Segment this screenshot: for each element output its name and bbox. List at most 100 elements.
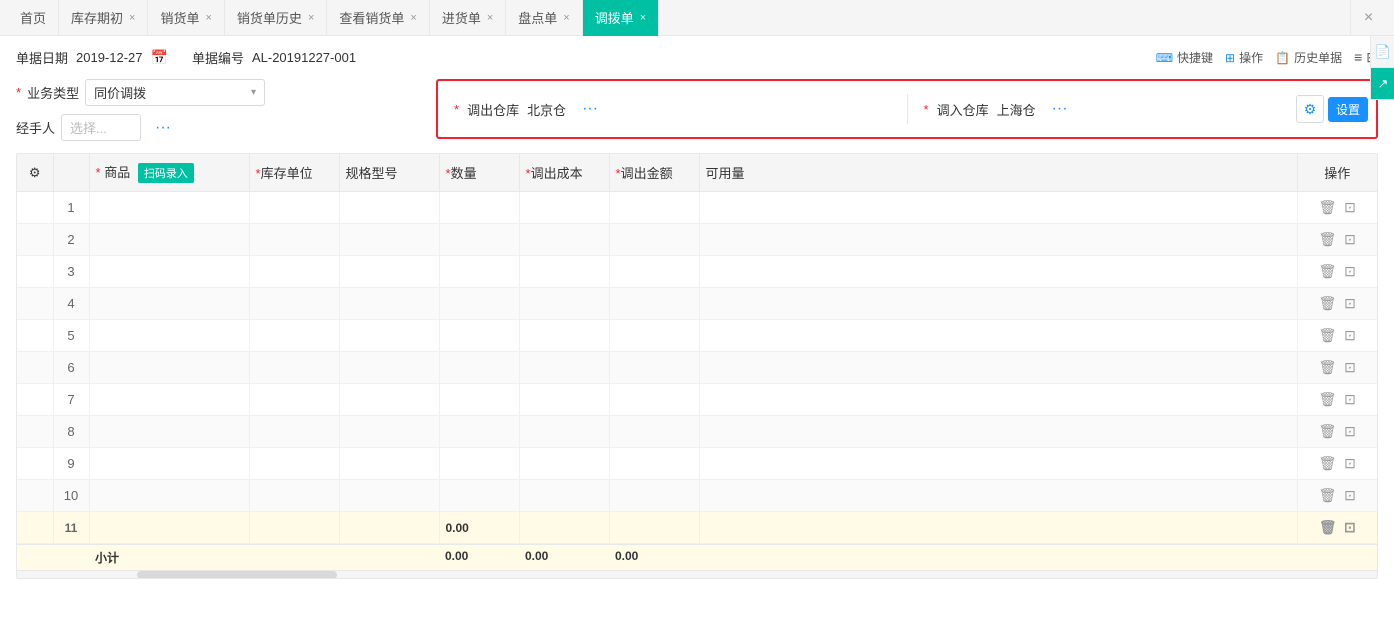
- delete-icon[interactable]: 🗑: [1319, 295, 1337, 311]
- delete-icon[interactable]: 🗑: [1319, 359, 1337, 375]
- row-amount-cell[interactable]: [609, 384, 699, 416]
- tab-view-sales[interactable]: 查看销货单 ×: [327, 0, 429, 36]
- sidebar-doc-icon[interactable]: 📄: [1371, 36, 1394, 68]
- row-spec-cell[interactable]: [339, 192, 439, 224]
- row-amount-cell[interactable]: [609, 480, 699, 512]
- col-header-gear[interactable]: ⚙: [17, 154, 53, 192]
- delete-icon[interactable]: 🗑: [1319, 327, 1337, 343]
- delete-icon[interactable]: 🗑: [1319, 263, 1337, 279]
- row-qty-cell[interactable]: [439, 192, 519, 224]
- row-spec-cell[interactable]: [339, 384, 439, 416]
- row-product-cell[interactable]: [89, 480, 249, 512]
- gear-settings-button[interactable]: ⚙: [1296, 95, 1324, 123]
- row-available-cell[interactable]: [699, 256, 1297, 288]
- row-cost-cell[interactable]: [519, 448, 609, 480]
- row-cost-cell[interactable]: [519, 384, 609, 416]
- row-available-cell[interactable]: [699, 384, 1297, 416]
- row-spec-cell[interactable]: [339, 448, 439, 480]
- business-type-select[interactable]: 同价调拨 ▾: [85, 79, 265, 106]
- row-unit-cell[interactable]: [249, 448, 339, 480]
- row-product-cell[interactable]: [89, 224, 249, 256]
- row-cost-cell[interactable]: [519, 320, 609, 352]
- row-available-cell[interactable]: [699, 480, 1297, 512]
- horizontal-scrollbar[interactable]: [17, 570, 1377, 578]
- row-product-cell[interactable]: [89, 352, 249, 384]
- row-cost-cell[interactable]: [519, 288, 609, 320]
- row-unit-cell[interactable]: [249, 256, 339, 288]
- row-cost-cell[interactable]: [519, 256, 609, 288]
- settings-text-button[interactable]: 设置: [1328, 97, 1368, 122]
- copy-icon[interactable]: ⊡: [1344, 487, 1356, 503]
- tab-close-inventory-check[interactable]: ×: [563, 12, 569, 24]
- operations-button[interactable]: ⊞ 操作: [1225, 49, 1263, 66]
- row-amount-cell[interactable]: [609, 416, 699, 448]
- warehouse-in-more-button[interactable]: ···: [1052, 100, 1068, 118]
- row-unit-cell[interactable]: [249, 224, 339, 256]
- copy-icon[interactable]: ⊡: [1344, 295, 1356, 311]
- row-product-cell[interactable]: [89, 320, 249, 352]
- copy-icon[interactable]: ⊡: [1344, 199, 1356, 215]
- row-amount-cell[interactable]: [609, 192, 699, 224]
- row-amount-cell[interactable]: [609, 352, 699, 384]
- row-spec-cell[interactable]: [339, 416, 439, 448]
- row-available-cell[interactable]: [699, 192, 1297, 224]
- copy-icon[interactable]: ⊡: [1344, 519, 1356, 535]
- row-available-cell[interactable]: [699, 224, 1297, 256]
- tab-close-view-sales[interactable]: ×: [410, 12, 416, 24]
- row-unit-cell[interactable]: [249, 384, 339, 416]
- delete-icon[interactable]: 🗑: [1319, 391, 1337, 407]
- tab-sales-order[interactable]: 销货单 ×: [148, 0, 224, 36]
- tab-close-transfer[interactable]: ×: [640, 12, 646, 24]
- layout-list-icon[interactable]: ≡: [1354, 49, 1362, 66]
- quick-keys-button[interactable]: ⌨ 快捷键: [1156, 49, 1213, 66]
- row-available-cell[interactable]: [699, 288, 1297, 320]
- copy-icon[interactable]: ⊡: [1344, 359, 1356, 375]
- row-qty-cell[interactable]: [439, 224, 519, 256]
- row-product-cell[interactable]: [89, 448, 249, 480]
- row-amount-cell[interactable]: [609, 256, 699, 288]
- copy-icon[interactable]: ⊡: [1344, 231, 1356, 247]
- row-unit-cell[interactable]: [249, 320, 339, 352]
- row-unit-cell[interactable]: [249, 192, 339, 224]
- row-cost-cell[interactable]: [519, 416, 609, 448]
- scrollbar-thumb[interactable]: [137, 571, 337, 579]
- tab-transfer[interactable]: 调拨单 ×: [583, 0, 659, 36]
- row-qty-cell[interactable]: [439, 288, 519, 320]
- row-product-cell[interactable]: [89, 384, 249, 416]
- row-product-cell[interactable]: [89, 192, 249, 224]
- row-qty-cell[interactable]: [439, 448, 519, 480]
- copy-icon[interactable]: ⊡: [1344, 263, 1356, 279]
- tab-close-inventory-init[interactable]: ×: [129, 12, 135, 24]
- sidebar-export-icon[interactable]: ↗: [1371, 68, 1394, 100]
- row-spec-cell[interactable]: [339, 224, 439, 256]
- copy-icon[interactable]: ⊡: [1344, 391, 1356, 407]
- row-cost-cell[interactable]: [519, 352, 609, 384]
- operator-more-button[interactable]: ···: [155, 119, 171, 137]
- scan-input-button[interactable]: 扫码录入: [138, 163, 194, 183]
- tab-sales-history[interactable]: 销货单历史 ×: [225, 0, 327, 36]
- row-unit-cell[interactable]: [249, 352, 339, 384]
- row-spec-cell[interactable]: [339, 288, 439, 320]
- history-doc-button[interactable]: 📋 历史单据: [1275, 49, 1342, 66]
- tab-inventory-init[interactable]: 库存期初 ×: [59, 0, 148, 36]
- delete-icon[interactable]: 🗑: [1319, 199, 1337, 215]
- tab-close-sales-order[interactable]: ×: [205, 12, 211, 24]
- row-qty-cell[interactable]: [439, 352, 519, 384]
- row-available-cell[interactable]: [699, 416, 1297, 448]
- row-qty-cell[interactable]: [439, 256, 519, 288]
- row-unit-cell[interactable]: [249, 288, 339, 320]
- calendar-icon[interactable]: 📅: [151, 49, 168, 66]
- row-spec-cell[interactable]: [339, 352, 439, 384]
- delete-icon[interactable]: 🗑: [1319, 423, 1337, 439]
- row-product-cell[interactable]: [89, 288, 249, 320]
- row-available-cell[interactable]: [699, 320, 1297, 352]
- row-amount-cell[interactable]: [609, 288, 699, 320]
- tab-close-purchase[interactable]: ×: [487, 12, 493, 24]
- row-product-cell[interactable]: [89, 256, 249, 288]
- warehouse-out-more-button[interactable]: ···: [582, 100, 598, 118]
- delete-icon[interactable]: 🗑: [1319, 455, 1337, 471]
- row-cost-cell[interactable]: [519, 224, 609, 256]
- row-cost-cell[interactable]: [519, 192, 609, 224]
- tab-home[interactable]: 首页: [8, 0, 59, 36]
- tab-close-sales-history[interactable]: ×: [308, 12, 314, 24]
